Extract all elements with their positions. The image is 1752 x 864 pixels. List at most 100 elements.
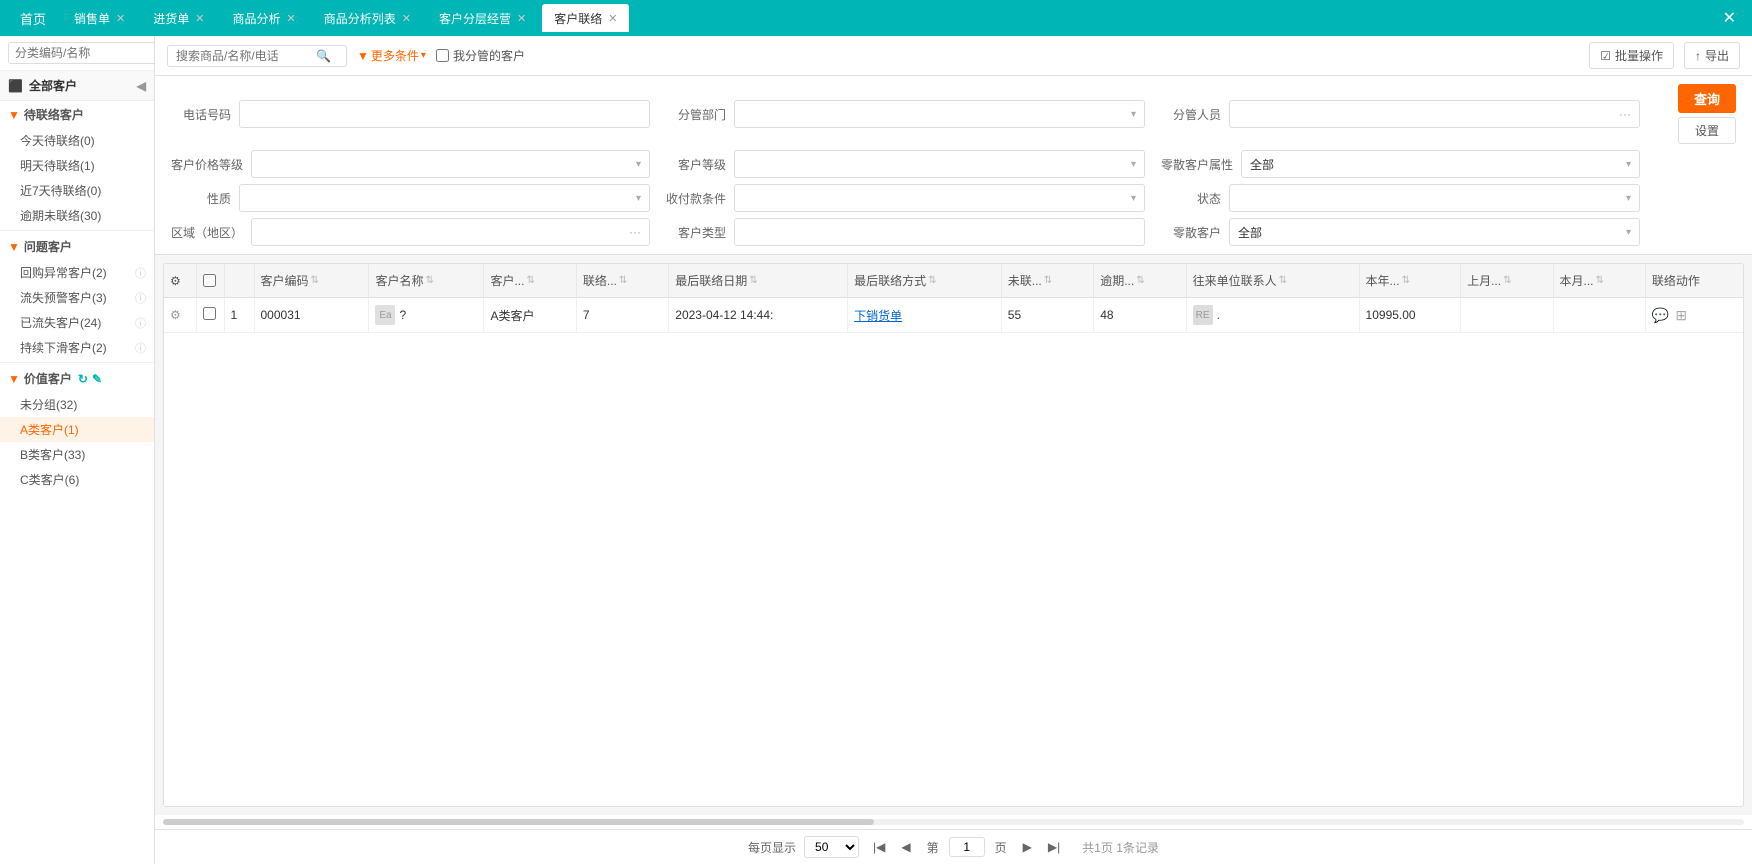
next-page-button[interactable]: ▶ [1017,838,1038,856]
row-gear-cell[interactable]: ⚙ [164,298,196,333]
price-level-select[interactable]: ▾ [251,150,650,178]
sidebar: 🔍 ⬛ 全部客户 ◀ ▼ 待联络客户 今天待联络(0) 明天待联络(1) 近7天… [0,36,155,864]
sidebar-collapse-icon[interactable]: ◀ [137,79,146,93]
col-unit-contact[interactable]: 往来单位联系人 ⇅ [1186,264,1359,298]
last-page-button[interactable]: ▶| [1042,838,1066,856]
sidebar-item-7days[interactable]: 近7天待联络(0) [0,178,154,203]
gear-icon[interactable]: ⚙ [170,274,181,288]
sidebar-item-overdue[interactable]: 逾期未联络(30) [0,203,154,228]
prev-page-button[interactable]: ◀ [895,838,916,856]
col-checkbox[interactable] [196,264,224,298]
nav-tab-analysis-list[interactable]: 商品分析列表 ✕ [312,4,423,32]
sidebar-section-pending[interactable]: ▼ 待联络客户 [0,101,154,128]
horizontal-scrollbar[interactable] [155,815,1752,829]
field-phone: 电话号码 [171,100,650,128]
sidebar-item-today[interactable]: 今天待联络(0) [0,128,154,153]
customer-type-input[interactable] [734,218,1145,246]
sidebar-item-churned[interactable]: 已流失客户(24) ⓘ [0,310,154,335]
col-gear[interactable]: ⚙ [164,264,196,298]
sidebar-item-class-b[interactable]: B类客户(33) [0,442,154,467]
payment-select[interactable]: ▾ [734,184,1145,212]
sidebar-section-value[interactable]: ▼ 价值客户 ↻ ✎ [0,365,154,392]
info-icon-abnormal: ⓘ [135,265,146,281]
sidebar-item-class-c[interactable]: C类客户(6) [0,467,154,492]
phone-input[interactable] [239,100,650,128]
col-this-month[interactable]: 本月... ⇅ [1553,264,1645,298]
close-analysis-list-tab[interactable]: ✕ [402,12,411,25]
nav-tab-home[interactable]: 首页 [8,5,58,32]
sidebar-item-abnormal[interactable]: 回购异常客户(2) ⓘ [0,260,154,285]
select-all-checkbox[interactable] [203,274,216,287]
nature-select[interactable]: ▾ [239,184,650,212]
sidebar-item-declining[interactable]: 持续下滑客户(2) ⓘ [0,335,154,360]
chat-action-icon[interactable]: 💬 [1652,307,1669,324]
pagination: |◀ ◀ 第 页 ▶ ▶| [867,837,1066,858]
filter-search-icon[interactable]: 🔍 [316,49,331,63]
data-table: ⚙ 客户编码 ⇅ [164,264,1743,333]
col-last-method[interactable]: 最后联络方式 ⇅ [848,264,1002,298]
window-close-button[interactable]: ✕ [1715,8,1744,28]
row-last-method-cell[interactable]: 下销货单 [848,298,1002,333]
filter-search-input[interactable] [176,49,316,63]
col-type[interactable]: 客户... ⇅ [484,264,576,298]
sidebar-search-input[interactable] [8,42,155,64]
row-checkbox-cell[interactable] [196,298,224,333]
batch-operations-button[interactable]: ☑ 批量操作 [1589,42,1674,69]
value-refresh-icon[interactable]: ↻ [78,372,88,386]
sidebar-item-tomorrow[interactable]: 明天待联络(1) [0,153,154,178]
last-method-link[interactable]: 下销货单 [854,309,902,323]
col-overdue[interactable]: 逾期... ⇅ [1094,264,1186,298]
page-number-input[interactable] [949,837,985,857]
dept-select[interactable]: ▾ [734,100,1145,128]
sidebar-item-churn-warning[interactable]: 流失预警客户(3) ⓘ [0,285,154,310]
col-name[interactable]: 客户名称 ⇅ [369,264,484,298]
retail-attr-select[interactable]: 全部 ▾ [1241,150,1640,178]
sidebar-item-ungrouped[interactable]: 未分组(32) [0,392,154,417]
sidebar-section-problem[interactable]: ▼ 问题客户 [0,233,154,260]
query-button[interactable]: 查询 [1678,84,1736,113]
field-manager: 分管人员 ··· [1161,100,1640,128]
setting-button[interactable]: 设置 [1678,117,1736,144]
customer-level-select[interactable]: ▾ [734,150,1145,178]
per-page-select[interactable]: 50 100 200 [804,836,859,858]
filter-my-customers[interactable]: 我分管的客户 [436,47,525,64]
nav-tab-customer-contact[interactable]: 客户联络 ✕ [542,4,629,32]
nav-tab-purchase[interactable]: 进货单 ✕ [141,4,216,32]
filter-more-button[interactable]: ▼ 更多条件 ▾ [357,47,426,64]
row-checkbox[interactable] [203,307,216,320]
sidebar-search-area: 🔍 [0,36,154,71]
close-analysis-tab[interactable]: ✕ [287,12,296,25]
close-customer-mgr-tab[interactable]: ✕ [517,12,526,25]
col-last-month[interactable]: 上月... ⇅ [1461,264,1553,298]
scrollbar-thumb[interactable] [163,819,874,825]
col-last-date[interactable]: 最后联络日期 ⇅ [669,264,848,298]
grid-action-icon[interactable]: ⊞ [1675,307,1687,324]
value-edit-icon[interactable]: ✎ [92,372,102,386]
col-contact[interactable]: 联络... ⇅ [576,264,668,298]
manager-input[interactable]: ··· [1229,100,1640,128]
export-button[interactable]: ↑ 导出 [1684,42,1740,69]
sidebar-item-class-a[interactable]: A类客户(1) [0,417,154,442]
nav-tab-sales[interactable]: 销售单 ✕ [62,4,137,32]
retail-customer-select[interactable]: 全部 ▾ [1229,218,1640,246]
status-select[interactable]: ▾ [1229,184,1640,212]
row-name-cell[interactable]: Ea ? [369,298,484,333]
col-code[interactable]: 客户编码 ⇅ [254,264,369,298]
batch-icon: ☑ [1600,49,1611,63]
close-sales-tab[interactable]: ✕ [116,12,125,25]
close-purchase-tab[interactable]: ✕ [195,12,204,25]
nav-tab-customer-mgr[interactable]: 客户分层经营 ✕ [427,4,538,32]
nav-tab-analysis[interactable]: 商品分析 ✕ [220,4,307,32]
filter-search-box[interactable]: 🔍 [167,45,347,67]
sidebar-group-header[interactable]: ⬛ 全部客户 ◀ [0,71,154,101]
row-action-cell: 💬 ⊞ [1645,298,1743,333]
my-customers-checkbox[interactable] [436,49,449,62]
first-page-button[interactable]: |◀ [867,838,891,856]
scrollbar-track[interactable] [163,819,1744,825]
col-no-contact[interactable]: 未联... ⇅ [1001,264,1093,298]
code-sort-icon: ⇅ [311,275,319,286]
col-this-year[interactable]: 本年... ⇅ [1359,264,1461,298]
region-input[interactable]: ··· [251,218,650,246]
filter-buttons: 查询 设置 [1656,84,1736,144]
close-customer-contact-tab[interactable]: ✕ [608,12,617,25]
